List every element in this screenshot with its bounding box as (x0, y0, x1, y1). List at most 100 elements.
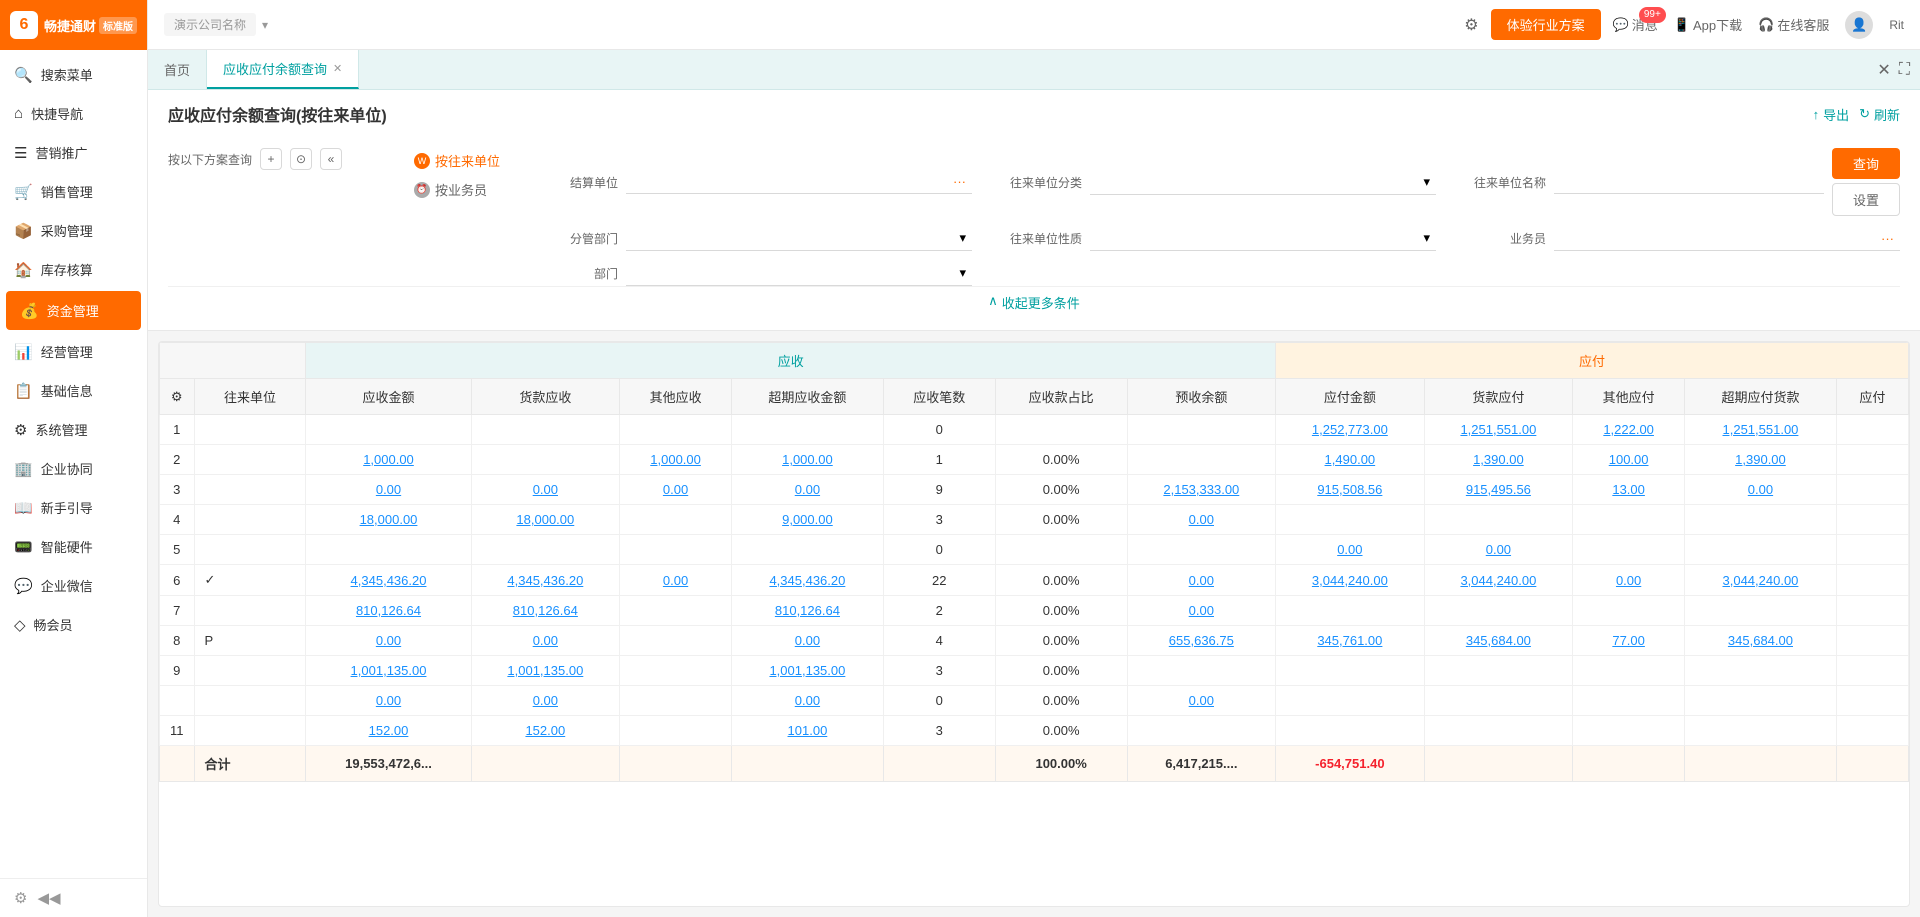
cell-ap_amount[interactable]: 0.00 (1276, 535, 1425, 565)
cell-overdue_ar[interactable]: 0.00 (732, 626, 884, 656)
cell-other_ap[interactable]: 1,222.00 (1573, 415, 1685, 445)
sidebar-item-funds[interactable]: 💰 资金管理 (6, 291, 141, 330)
cell-ar_amount[interactable]: 0.00 (306, 626, 471, 656)
app-download-btn[interactable]: 📱 App下载 (1674, 15, 1742, 34)
cell-overdue_ap[interactable]: 345,684.00 (1685, 626, 1837, 656)
table-settings-icon[interactable]: ⚙ (171, 389, 183, 404)
filter-input-settlement[interactable]: ··· (626, 170, 972, 194)
cell-loan_ap[interactable]: 345,684.00 (1424, 626, 1573, 656)
query-button[interactable]: 查询 (1832, 148, 1900, 179)
sidebar-item-purchase[interactable]: 📦 采购管理 (0, 211, 147, 250)
cell-ar_amount[interactable]: 1,000.00 (306, 445, 471, 475)
sidebar-item-member[interactable]: ◇ 畅会员 (0, 605, 147, 644)
tab-close-icon[interactable]: ✕ (333, 62, 342, 75)
cell-ar_amount[interactable]: 1,001,135.00 (306, 656, 471, 686)
cell-loan_ap[interactable]: 915,495.56 (1424, 475, 1573, 505)
cell-ar_amount[interactable]: 152.00 (306, 716, 471, 746)
scheme-by-salesman[interactable]: ⏰ 按业务员 (406, 177, 508, 202)
cell-prepay[interactable]: 655,636.75 (1127, 626, 1276, 656)
filter-input-partner-name[interactable] (1554, 171, 1824, 194)
scheme-by-partner[interactable]: W 按往来单位 (406, 148, 508, 173)
cell-loan_ar[interactable]: 0.00 (471, 686, 620, 716)
gear-icon[interactable]: ⚙ (1464, 15, 1478, 35)
sidebar-item-enterprise[interactable]: 🏢 企业协同 (0, 449, 147, 488)
settings-button[interactable]: 设置 (1832, 183, 1900, 216)
sidebar-item-marketing[interactable]: ☰ 营销推广 (0, 133, 147, 172)
cell-ar_amount[interactable]: 18,000.00 (306, 505, 471, 535)
cell-loan_ar[interactable]: 4,345,436.20 (471, 565, 620, 596)
cell-prepay[interactable]: 0.00 (1127, 596, 1276, 626)
collapse-bar[interactable]: ∧ 收起更多条件 (168, 286, 1900, 318)
cell-ap_amount[interactable]: 3,044,240.00 (1276, 565, 1425, 596)
fullscreen-icon[interactable]: ⛶ (1899, 61, 1910, 79)
filter-input-biz-dept[interactable]: ▾ (626, 261, 972, 286)
cell-loan_ar[interactable]: 0.00 (471, 475, 620, 505)
cell-prepay[interactable]: 2,153,333.00 (1127, 475, 1276, 505)
col-settings[interactable]: ⚙ (160, 379, 195, 415)
cell-ar_amount[interactable]: 0.00 (306, 475, 471, 505)
cell-loan_ap[interactable]: 1,251,551.00 (1424, 415, 1573, 445)
online-service-btn[interactable]: 🎧 在线客服 (1758, 15, 1829, 34)
cell-overdue_ar[interactable]: 0.00 (732, 475, 884, 505)
cell-overdue_ar[interactable]: 0.00 (732, 686, 884, 716)
cell-other_ar[interactable]: 1,000.00 (620, 445, 732, 475)
sidebar-item-basic[interactable]: 📋 基础信息 (0, 371, 147, 410)
cell-overdue_ap[interactable]: 3,044,240.00 (1685, 565, 1837, 596)
sidebar-item-operations[interactable]: 📊 经营管理 (0, 332, 147, 371)
filter-add-btn[interactable]: + (260, 148, 282, 170)
footer-collapse-icon[interactable]: ◀◀ (37, 889, 60, 907)
sidebar-item-sales[interactable]: 🛒 销售管理 (0, 172, 147, 211)
sidebar-item-newbie[interactable]: 📖 新手引导 (0, 488, 147, 527)
cell-prepay[interactable]: 0.00 (1127, 565, 1276, 596)
promo-button[interactable]: 体验行业方案 (1491, 9, 1601, 40)
cell-other_ap[interactable]: 100.00 (1573, 445, 1685, 475)
cell-loan_ar[interactable]: 0.00 (471, 626, 620, 656)
filter-settings-btn[interactable]: ⊙ (290, 148, 312, 170)
cell-loan_ar[interactable]: 18,000.00 (471, 505, 620, 535)
sidebar-item-system[interactable]: ⚙ 系统管理 (0, 410, 147, 449)
cell-loan_ap[interactable]: 0.00 (1424, 535, 1573, 565)
cell-overdue_ar[interactable]: 1,000.00 (732, 445, 884, 475)
export-button[interactable]: ↑ 导出 (1813, 105, 1850, 124)
cell-overdue_ar[interactable]: 4,345,436.20 (732, 565, 884, 596)
cell-other_ar[interactable]: 0.00 (620, 565, 732, 596)
username[interactable]: Rit (1889, 18, 1904, 32)
cell-overdue_ap[interactable]: 1,251,551.00 (1685, 415, 1837, 445)
cell-loan_ar[interactable]: 1,001,135.00 (471, 656, 620, 686)
cell-other_ap[interactable]: 0.00 (1573, 565, 1685, 596)
cell-overdue_ar[interactable]: 101.00 (732, 716, 884, 746)
cell-ar_amount[interactable]: 0.00 (306, 686, 471, 716)
cell-other_ar[interactable]: 0.00 (620, 475, 732, 505)
filter-input-salesman[interactable]: ··· (1554, 227, 1900, 251)
cell-overdue_ar[interactable]: 1,001,135.00 (732, 656, 884, 686)
cell-loan_ap[interactable]: 1,390.00 (1424, 445, 1573, 475)
cell-prepay[interactable]: 0.00 (1127, 505, 1276, 535)
sidebar-item-inventory[interactable]: 🏠 库存核算 (0, 250, 147, 289)
cell-overdue_ar[interactable]: 810,126.64 (732, 596, 884, 626)
cell-loan_ap[interactable]: 3,044,240.00 (1424, 565, 1573, 596)
cell-loan_ar[interactable]: 152.00 (471, 716, 620, 746)
cell-overdue_ar[interactable]: 9,000.00 (732, 505, 884, 535)
sidebar-item-quicknav[interactable]: ⌂ 快捷导航 (0, 94, 147, 133)
tab-home[interactable]: 首页 (148, 50, 207, 89)
tab-close-action-icon[interactable]: ✕ (1877, 60, 1890, 80)
sidebar-item-search[interactable]: 🔍 搜索菜单 (0, 55, 147, 94)
filter-input-partner-nature[interactable]: ▾ (1090, 226, 1436, 251)
sidebar-item-wechat[interactable]: 💬 企业微信 (0, 566, 147, 605)
cell-prepay[interactable]: 0.00 (1127, 686, 1276, 716)
cell-ap_amount[interactable]: 915,508.56 (1276, 475, 1425, 505)
tab-balance-query[interactable]: 应收应付余额查询 ✕ (207, 50, 359, 89)
filter-input-dept[interactable]: ▾ (626, 226, 972, 251)
notification-btn[interactable]: 💬 消息 99+ (1613, 15, 1658, 34)
cell-overdue_ap[interactable]: 1,390.00 (1685, 445, 1837, 475)
cell-other_ap[interactable]: 77.00 (1573, 626, 1685, 656)
cell-ar_amount[interactable]: 810,126.64 (306, 596, 471, 626)
refresh-button[interactable]: ↻ 刷新 (1859, 105, 1900, 124)
cell-overdue_ap[interactable]: 0.00 (1685, 475, 1837, 505)
cell-ar_amount[interactable]: 4,345,436.20 (306, 565, 471, 596)
cell-ap_amount[interactable]: 1,252,773.00 (1276, 415, 1425, 445)
filter-collapse-btn[interactable]: « (320, 148, 342, 170)
sidebar-item-hardware[interactable]: 📟 智能硬件 (0, 527, 147, 566)
cell-loan_ar[interactable]: 810,126.64 (471, 596, 620, 626)
cell-ap_amount[interactable]: 345,761.00 (1276, 626, 1425, 656)
